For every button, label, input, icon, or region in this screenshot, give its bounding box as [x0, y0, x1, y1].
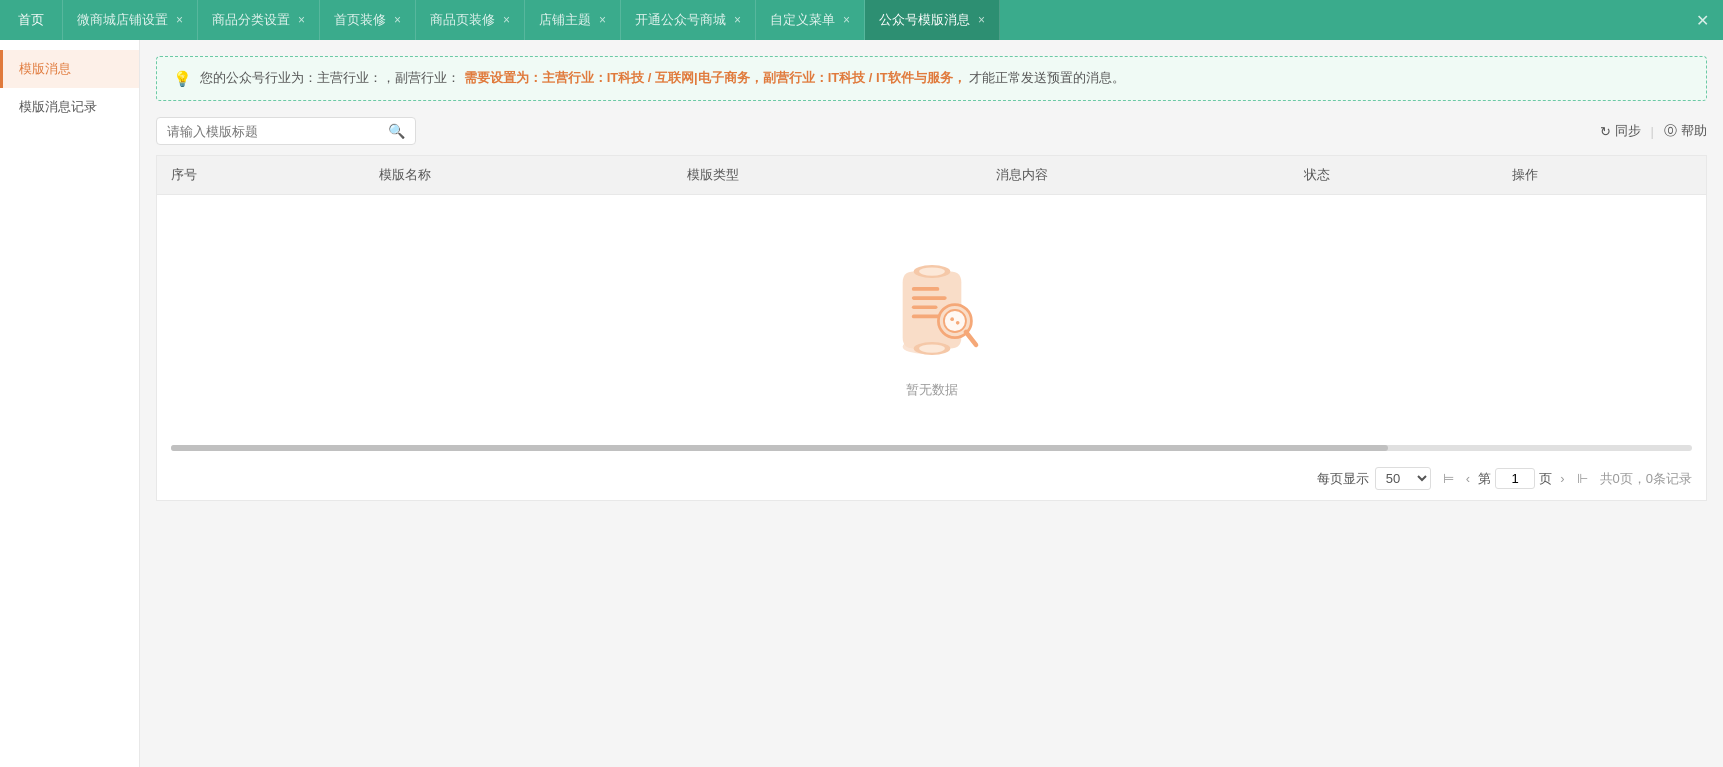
toolbar: 🔍 ↻ 同步 | ⓪ 帮助: [156, 117, 1707, 145]
table-wrapper: 序号模版名称模版类型消息内容状态操作: [156, 155, 1707, 501]
svg-rect-5: [911, 305, 937, 309]
help-button[interactable]: ⓪ 帮助: [1664, 122, 1707, 140]
tab-theme[interactable]: 店铺主题 ×: [525, 0, 621, 40]
tab-product-page[interactable]: 商品页装修 ×: [416, 0, 525, 40]
sync-button[interactable]: ↻ 同步: [1600, 122, 1641, 140]
search-input[interactable]: [167, 124, 382, 139]
col-name: 模版名称: [365, 156, 673, 195]
svg-point-8: [919, 344, 945, 352]
toolbar-divider: |: [1651, 124, 1654, 139]
sync-icon: ↻: [1600, 124, 1611, 139]
scrollbar-track: [171, 445, 1692, 451]
notice-icon: 💡: [173, 70, 192, 88]
tab-open-mall-close[interactable]: ×: [734, 13, 741, 27]
search-box: 🔍: [156, 117, 416, 145]
toolbar-right: ↻ 同步 | ⓪ 帮助: [1600, 122, 1707, 140]
tab-open-mall[interactable]: 开通公众号商城 ×: [621, 0, 756, 40]
tab-template-msg[interactable]: 公众号模版消息 ×: [865, 0, 1000, 40]
tab-label: 公众号模版消息: [879, 11, 970, 29]
tab-wechat-store-close[interactable]: ×: [176, 13, 183, 27]
scrollbar-thumb: [171, 445, 1388, 451]
sync-label: 同步: [1615, 122, 1641, 140]
tab-label: 开通公众号商城: [635, 11, 726, 29]
tab-wechat-store[interactable]: 微商城店铺设置 ×: [63, 0, 198, 40]
horizontal-scrollbar[interactable]: [157, 439, 1706, 457]
search-icon[interactable]: 🔍: [388, 123, 405, 139]
tab-product-page-close[interactable]: ×: [503, 13, 510, 27]
page-size-dropdown[interactable]: 102050100: [1375, 467, 1431, 490]
tab-category[interactable]: 商品分类设置 ×: [198, 0, 320, 40]
sidebar-template-msg[interactable]: 模版消息: [0, 50, 139, 88]
tab-label: 首页装修: [334, 11, 386, 29]
svg-point-2: [919, 267, 945, 275]
col-status: 状态: [1290, 156, 1498, 195]
notice-text: 您的公众号行业为：主营行业：，副营行业： 需要设置为：主营行业：IT科技 / 互…: [200, 69, 1125, 87]
empty-illustration: [877, 255, 987, 365]
tab-custom-menu[interactable]: 自定义菜单 ×: [756, 0, 865, 40]
close-all-button[interactable]: ✕: [1682, 0, 1723, 40]
svg-rect-3: [911, 287, 939, 291]
page-size-label: 每页显示: [1317, 470, 1369, 488]
svg-rect-4: [911, 296, 946, 300]
content-area: 💡 您的公众号行业为：主营行业：，副营行业： 需要设置为：主营行业：IT科技 /…: [140, 40, 1723, 767]
sidebar: 模版消息模版消息记录: [0, 40, 140, 767]
page-nav: ⊨ ‹ 第 页 › ⊩: [1439, 468, 1592, 489]
last-page-button[interactable]: ⊩: [1573, 469, 1592, 488]
svg-line-11: [965, 332, 975, 345]
first-page-button[interactable]: ⊨: [1439, 469, 1458, 488]
empty-text: 暂无数据: [906, 381, 958, 399]
tab-homepage[interactable]: 首页装修 ×: [320, 0, 416, 40]
page-label-pre: 第: [1478, 470, 1491, 488]
svg-point-12: [950, 317, 954, 321]
col-content: 消息内容: [982, 156, 1290, 195]
col-type: 模版类型: [673, 156, 981, 195]
notice-banner: 💡 您的公众号行业为：主营行业：，副营行业： 需要设置为：主营行业：IT科技 /…: [156, 56, 1707, 101]
data-table: 序号模版名称模版类型消息内容状态操作: [157, 156, 1706, 195]
tab-label: 商品分类设置: [212, 11, 290, 29]
tab-label: 商品页装修: [430, 11, 495, 29]
tab-homepage-close[interactable]: ×: [394, 13, 401, 27]
col-action: 操作: [1498, 156, 1706, 195]
help-label: 帮助: [1681, 122, 1707, 140]
tab-template-msg-close[interactable]: ×: [978, 13, 985, 27]
tab-label: 自定义菜单: [770, 11, 835, 29]
svg-point-10: [943, 310, 965, 332]
nav-home[interactable]: 首页: [0, 0, 63, 40]
tab-theme-close[interactable]: ×: [599, 13, 606, 27]
tab-category-close[interactable]: ×: [298, 13, 305, 27]
next-page-button[interactable]: ›: [1556, 469, 1568, 488]
page-size-select: 每页显示 102050100: [1317, 467, 1431, 490]
sidebar-template-log[interactable]: 模版消息记录: [0, 88, 139, 126]
tab-label: 微商城店铺设置: [77, 11, 168, 29]
page-label-post: 页: [1539, 470, 1552, 488]
help-icon: ⓪: [1664, 122, 1677, 140]
tab-custom-menu-close[interactable]: ×: [843, 13, 850, 27]
page-input[interactable]: [1495, 468, 1535, 489]
empty-state: 暂无数据: [157, 195, 1706, 439]
col-index: 序号: [157, 156, 365, 195]
top-nav: 首页 微商城店铺设置×商品分类设置×首页装修×商品页装修×店铺主题×开通公众号商…: [0, 0, 1723, 40]
prev-page-button[interactable]: ‹: [1462, 469, 1474, 488]
table-header-row: 序号模版名称模版类型消息内容状态操作: [157, 156, 1706, 195]
pagination: 每页显示 102050100 ⊨ ‹ 第 页 › ⊩ 共0页，0条记录: [157, 457, 1706, 500]
svg-point-13: [955, 321, 959, 325]
tab-label: 店铺主题: [539, 11, 591, 29]
total-info: 共0页，0条记录: [1600, 470, 1692, 488]
main-layout: 模版消息模版消息记录 💡 您的公众号行业为：主营行业：，副营行业： 需要设置为：…: [0, 40, 1723, 767]
